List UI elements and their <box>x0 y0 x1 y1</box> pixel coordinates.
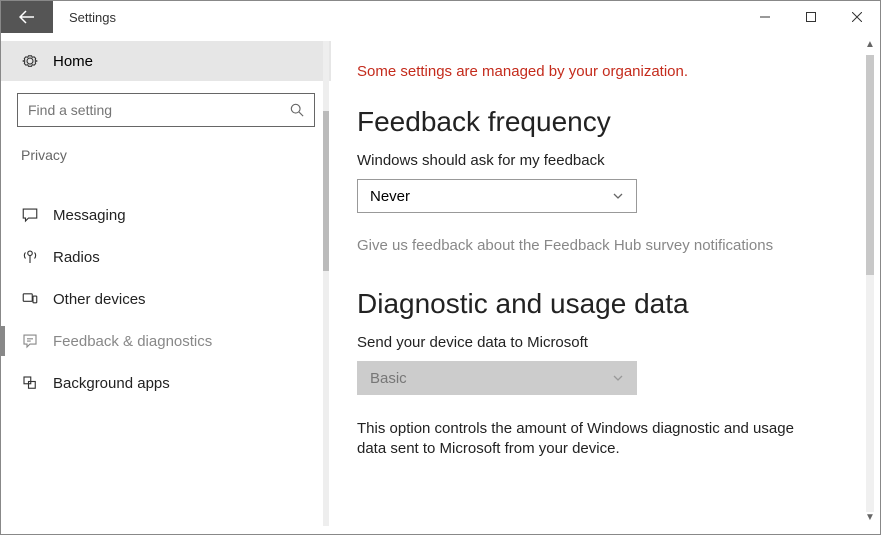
sidebar-item-radios[interactable]: Radios <box>1 236 331 278</box>
diagnostic-dropdown: Basic <box>357 361 637 395</box>
sidebar-item-messaging[interactable]: Messaging <box>1 194 331 236</box>
maximize-icon <box>806 12 816 22</box>
window-controls <box>742 1 880 33</box>
feedback-hub-link[interactable]: Give us feedback about the Feedback Hub … <box>357 237 850 254</box>
arrow-left-icon <box>19 9 35 25</box>
search-input[interactable] <box>28 102 290 118</box>
window-title: Settings <box>53 1 742 33</box>
other-devices-icon <box>21 290 53 308</box>
messaging-icon <box>21 206 53 224</box>
sidebar-item-label: Radios <box>53 249 100 266</box>
content-area: Home Privacy Messaging <box>1 33 880 534</box>
close-icon <box>852 12 862 22</box>
sidebar-item-label: Messaging <box>53 207 126 224</box>
sidebar-item-label: Other devices <box>53 291 146 308</box>
diagnostic-label: Send your device data to Microsoft <box>357 334 850 351</box>
sidebar-item-label <box>53 167 57 184</box>
feedback-frequency-heading: Feedback frequency <box>357 106 850 138</box>
back-button[interactable] <box>1 1 53 33</box>
feedback-icon <box>21 332 53 350</box>
home-nav[interactable]: Home <box>1 41 331 81</box>
sidebar-item-feedback-diagnostics[interactable]: Feedback & diagnostics <box>1 320 331 362</box>
dropdown-value: Never <box>370 188 410 205</box>
scroll-up-arrow[interactable]: ▲ <box>863 39 877 55</box>
dropdown-value: Basic <box>370 370 407 387</box>
gear-icon <box>21 52 53 70</box>
main-scrollbar[interactable]: ▲ ▼ <box>863 39 877 528</box>
sidebar-item-label: Feedback & diagnostics <box>53 333 212 350</box>
sidebar-scrollbar-thumb[interactable] <box>323 111 329 271</box>
sidebar-item-other-devices[interactable]: Other devices <box>1 278 331 320</box>
main-panel: Some settings are managed by your organi… <box>331 33 880 534</box>
sidebar-item-label: Background apps <box>53 375 170 392</box>
sidebar: Home Privacy Messaging <box>1 33 331 534</box>
close-button[interactable] <box>834 1 880 33</box>
main-scrollbar-thumb[interactable] <box>866 55 874 275</box>
chevron-down-icon <box>612 372 624 384</box>
titlebar: Settings <box>1 1 880 33</box>
diagnostic-description: This option controls the amount of Windo… <box>357 419 817 460</box>
background-apps-icon <box>21 374 53 392</box>
feedback-frequency-dropdown[interactable]: Never <box>357 179 637 213</box>
minimize-icon <box>760 12 770 22</box>
sidebar-item-background-apps[interactable]: Background apps <box>1 362 331 404</box>
sidebar-item-email[interactable] <box>1 167 331 194</box>
maximize-button[interactable] <box>788 1 834 33</box>
sidebar-section-label: Privacy <box>1 139 331 167</box>
sidebar-nav: Messaging Radios Other devices Feedback … <box>1 167 331 404</box>
sidebar-scrollbar[interactable] <box>323 41 329 526</box>
radios-icon <box>21 248 53 266</box>
scroll-down-arrow[interactable]: ▼ <box>863 512 877 528</box>
org-managed-message: Some settings are managed by your organi… <box>357 63 850 80</box>
diagnostic-heading: Diagnostic and usage data <box>357 288 850 320</box>
search-box[interactable] <box>17 93 315 127</box>
feedback-frequency-label: Windows should ask for my feedback <box>357 152 850 169</box>
home-label: Home <box>53 53 93 70</box>
search-icon <box>290 103 304 117</box>
chevron-down-icon <box>612 190 624 202</box>
minimize-button[interactable] <box>742 1 788 33</box>
